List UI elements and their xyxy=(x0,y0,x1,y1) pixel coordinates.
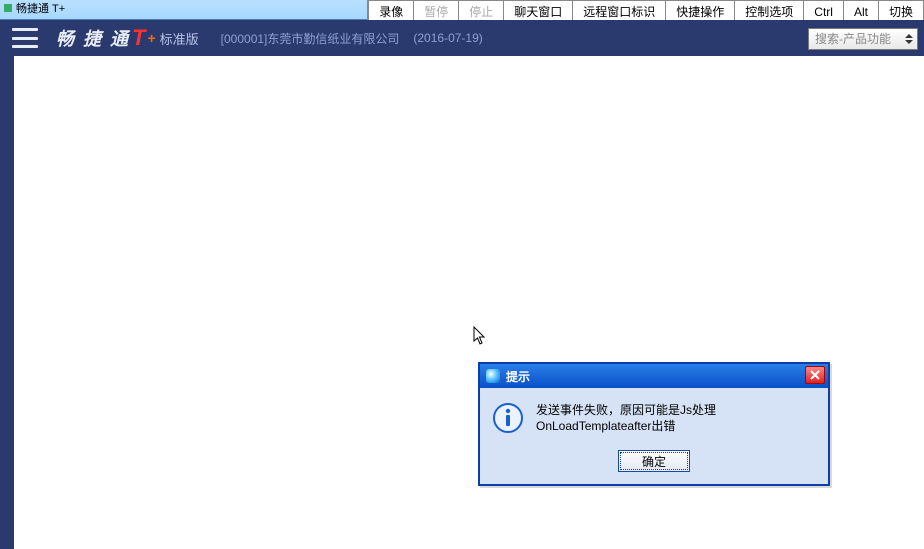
ok-button[interactable]: 确定 xyxy=(618,450,690,472)
company-info: [000001]东莞市勤信纸业有限公司 xyxy=(221,30,400,47)
dialog-footer: 确定 xyxy=(480,444,828,484)
menu-icon[interactable] xyxy=(12,28,38,48)
close-icon xyxy=(810,370,820,380)
search-input[interactable]: 搜索-产品功能 xyxy=(808,28,918,50)
window-title: 畅捷通 T+ xyxy=(16,3,65,15)
app-header: 畅 捷 通 T + 标准版 [000001]东莞市勤信纸业有限公司 (2016-… xyxy=(0,20,924,56)
brand-name: 畅 捷 通 xyxy=(56,25,130,51)
message-dialog: 提示 发送事件失败，原因可能是Js处理OnLoadTemplateafter出错… xyxy=(478,362,830,486)
info-icon xyxy=(492,402,524,434)
dialog-body: 发送事件失败，原因可能是Js处理OnLoadTemplateafter出错 xyxy=(480,388,828,444)
date-info: (2016-07-19) xyxy=(413,31,482,45)
close-button[interactable] xyxy=(805,366,825,384)
dialog-message: 发送事件失败，原因可能是Js处理OnLoadTemplateafter出错 xyxy=(536,402,816,434)
search-placeholder: 搜索-产品功能 xyxy=(815,32,891,46)
dialog-title: 提示 xyxy=(506,368,530,385)
brand-plus: + xyxy=(147,30,155,46)
brand-t: T xyxy=(132,25,145,51)
edition-label: 标准版 xyxy=(160,29,199,48)
dialog-app-icon xyxy=(486,369,500,383)
dialog-titlebar[interactable]: 提示 xyxy=(480,364,828,388)
left-strip xyxy=(0,20,14,549)
app-icon xyxy=(4,4,12,12)
